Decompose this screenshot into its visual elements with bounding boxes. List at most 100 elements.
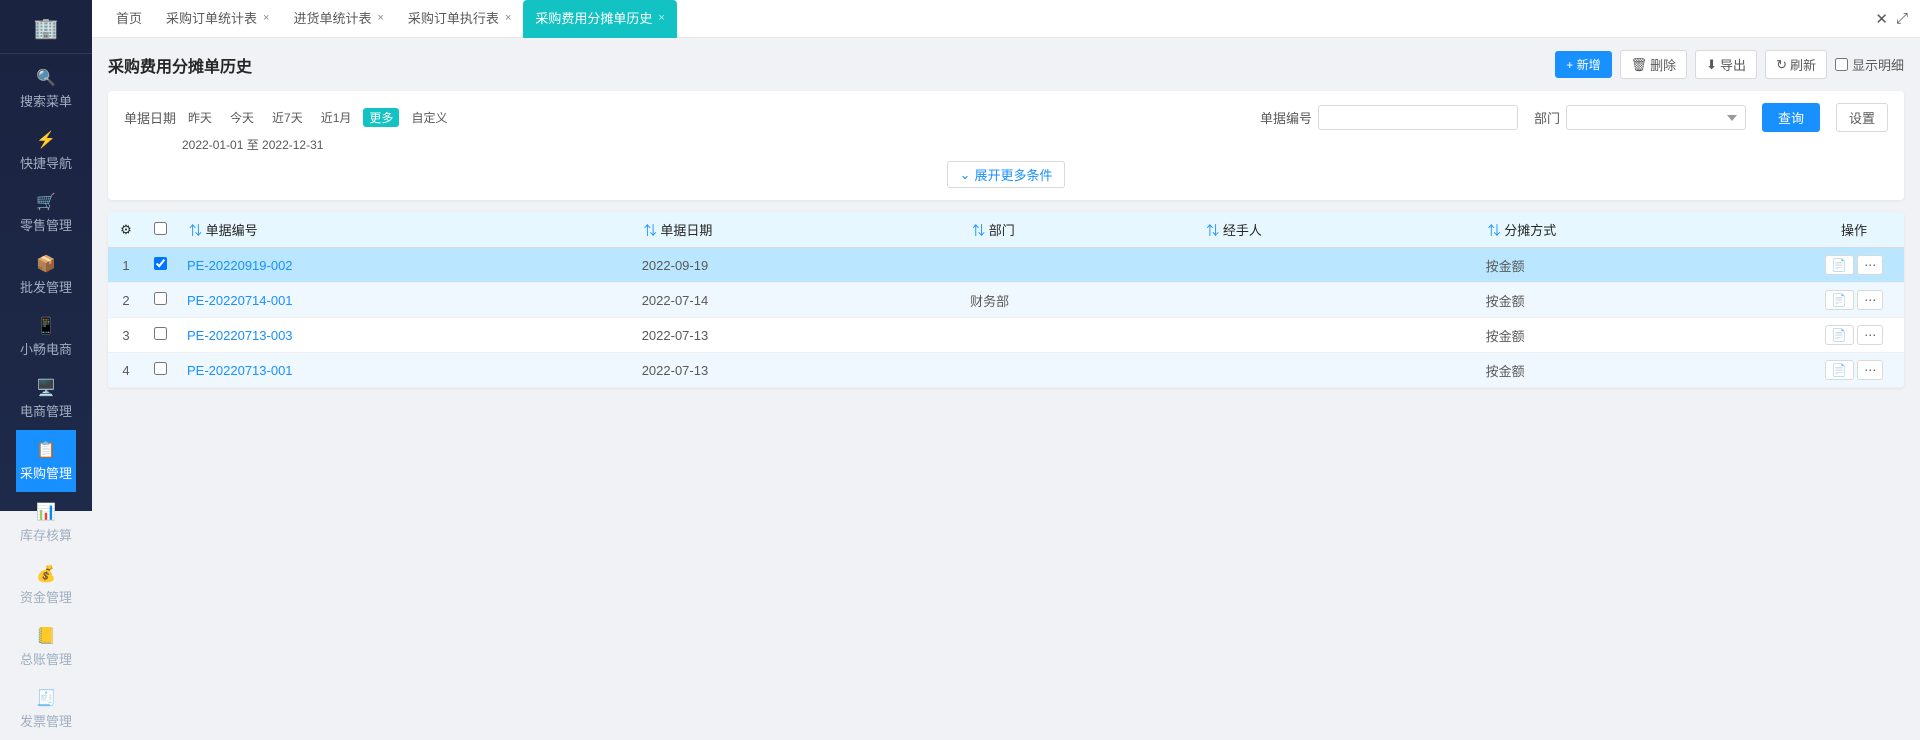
ops-cell-1: 📄 ⋯ [1804, 283, 1904, 318]
date-shortcut-4[interactable]: 更多 [363, 108, 399, 127]
doc-number-label: 单据编号 [1260, 108, 1312, 127]
filter-row: 单据日期 昨天今天近7天近1月更多自定义 单据编号 部门 财务部 [124, 103, 1888, 132]
expand-button[interactable]: ⌄ 展开更多条件 [947, 161, 1066, 188]
more-btn-0[interactable]: ⋯ [1857, 255, 1883, 275]
tab-home[interactable]: 首页 [104, 0, 154, 38]
sidebar-item-ecommerce[interactable]: 🖥️ 电商管理 [16, 368, 76, 430]
date-shortcut-0[interactable]: 昨天 [182, 108, 218, 127]
row-checkbox-2 [144, 318, 177, 353]
tab-label: 采购费用分摊单历史 [535, 8, 652, 27]
sidebar-logo: 🏢 [0, 8, 92, 54]
delete-button[interactable]: 🗑 删除 [1620, 50, 1688, 79]
tab-purchase-order-stats[interactable]: 采购订单统计表× [154, 0, 281, 38]
handler-cell-1 [1194, 283, 1475, 318]
row-num-2: 3 [108, 318, 144, 353]
sidebar-item-general-ledger[interactable]: 📒总账管理 [16, 616, 76, 678]
tab-label: 进货单统计表 [293, 8, 371, 27]
show-detail-checkbox[interactable]: 显示明细 [1835, 55, 1904, 74]
page-body: 采购费用分摊单历史 + 新增 🗑 删除 ⬇ 导出 ↻ 刷新 显示明细 [92, 38, 1920, 511]
doc-number-cell-3: PE-20220713-001 [177, 353, 632, 388]
chevron-down-icon: ⌄ [960, 167, 971, 183]
date-shortcut-5[interactable]: 自定义 [405, 108, 453, 127]
row-check-3[interactable] [154, 362, 167, 375]
doc-number-link-0[interactable]: PE-20220919-002 [187, 258, 293, 273]
settings-icon[interactable]: ⚙ [120, 222, 132, 237]
gear-header: ⚙ [108, 212, 144, 248]
split-method-cell-0: 按金额 [1476, 248, 1804, 283]
doc-number-col-header: ⇅ 单据编号 [177, 212, 632, 248]
sidebar-item-search[interactable]: 🔍搜索菜单 [16, 58, 76, 120]
date-shortcut-3[interactable]: 近1月 [315, 108, 358, 127]
doc-number-link-1[interactable]: PE-20220714-001 [187, 293, 293, 308]
finance-icon: 💰 [36, 564, 56, 584]
invoice-icon: 🧾 [36, 688, 56, 708]
refresh-button[interactable]: ↻ 刷新 [1765, 50, 1827, 79]
row-check-2[interactable] [154, 327, 167, 340]
tab-purchase-goods-stats[interactable]: 进货单统计表 × [281, 0, 395, 38]
ops-cell-0: 📄 ⋯ [1804, 248, 1904, 283]
tab-close-purchase-order-stats[interactable]: × [263, 12, 269, 24]
refresh-icon: ↻ [1776, 57, 1787, 73]
dept-select[interactable]: 财务部 [1566, 105, 1746, 130]
sidebar-item-inventory[interactable]: 📊库存核算 [16, 492, 76, 554]
tab-bar: 首页采购订单统计表×进货单统计表×采购订单执行表×采购费用分摊单历史× ✕ ⤢ [92, 0, 1920, 38]
sidebar-item-purchase[interactable]: 📋采购管理 [16, 430, 76, 492]
doc-number-link-2[interactable]: PE-20220713-003 [187, 328, 293, 343]
date-shortcut-2[interactable]: 近7天 [266, 108, 309, 127]
sidebar-item-quick-nav[interactable]: ⚡ 快捷导航 [16, 120, 76, 182]
row-checkbox-3 [144, 353, 177, 388]
row-check-1[interactable] [154, 292, 167, 305]
tab-purchase-order-exec[interactable]: 采购订单执行表× [396, 0, 523, 38]
export-button[interactable]: ⬇ 导出 [1695, 50, 1757, 79]
general-ledger-icon: 📒 [36, 626, 56, 646]
sidebar-item-mini-commerce[interactable]: 📱 小畅电商 [16, 306, 76, 368]
view-btn-2[interactable]: 📄 [1825, 325, 1854, 345]
row-check-0[interactable] [154, 257, 167, 270]
sidebar-item-label: 小畅电商 [20, 339, 72, 358]
handler-cell-3 [1194, 353, 1475, 388]
tab-close-purchase-cost-history[interactable]: × [658, 12, 664, 24]
sidebar-item-retail[interactable]: 🛒零售管理 [16, 182, 76, 244]
sidebar-item-label: 批发管理 [20, 277, 72, 296]
doc-number-cell-1: PE-20220714-001 [177, 283, 632, 318]
sidebar-item-invoice[interactable]: 🧾发票管理 [16, 678, 76, 740]
more-btn-2[interactable]: ⋯ [1857, 325, 1883, 345]
view-btn-1[interactable]: 📄 [1825, 290, 1854, 310]
tab-close-purchase-goods-stats[interactable]: × [377, 12, 383, 24]
tab-actions: ✕ ⤢ [1875, 10, 1908, 28]
more-btn-3[interactable]: ⋯ [1857, 360, 1883, 380]
dept-cell-0 [960, 248, 1194, 283]
quick-nav-icon: ⚡ [36, 130, 56, 150]
select-all-checkbox[interactable] [154, 222, 167, 235]
doc-date-col-header: ⇅ 单据日期 [632, 212, 960, 248]
data-table: ⚙ ⇅ 单据编号 ⇅ 单据日期 [108, 212, 1904, 388]
maximize-icon[interactable]: ⤢ [1896, 10, 1908, 27]
more-btn-1[interactable]: ⋯ [1857, 290, 1883, 310]
handler-col-header: ⇅ 经手人 [1194, 212, 1475, 248]
sidebar-item-label: 电商管理 [20, 401, 72, 420]
settings-button[interactable]: 设置 [1836, 103, 1888, 132]
sort-icon5: ⇅ [1488, 223, 1501, 238]
sidebar-item-label: 快捷导航 [20, 153, 72, 172]
sidebar-item-finance[interactable]: 💰资金管理 [16, 554, 76, 616]
search-button[interactable]: 查询 [1762, 103, 1820, 132]
dept-filter: 部门 财务部 [1534, 105, 1746, 130]
row-num-3: 4 [108, 353, 144, 388]
ecommerce-icon: 🖥️ [36, 378, 56, 398]
tab-close-purchase-order-exec[interactable]: × [505, 12, 511, 24]
doc-number-input[interactable] [1318, 105, 1518, 130]
view-btn-0[interactable]: 📄 [1825, 255, 1854, 275]
close-icon[interactable]: ✕ [1875, 10, 1888, 28]
table-header-row: ⚙ ⇅ 单据编号 ⇅ 单据日期 [108, 212, 1904, 248]
dept-cell-3 [960, 353, 1194, 388]
doc-date-cell-2: 2022-07-13 [632, 318, 960, 353]
search-icon: 🔍 [36, 68, 56, 88]
view-btn-3[interactable]: 📄 [1825, 360, 1854, 380]
new-button[interactable]: + 新增 [1555, 51, 1611, 78]
tab-purchase-cost-history[interactable]: 采购费用分摊单历史 × [523, 0, 676, 38]
table-row: 2 PE-20220714-001 2022-07-14 财务部 按金额 📄 ⋯ [108, 283, 1904, 318]
date-shortcut-1[interactable]: 今天 [224, 108, 260, 127]
sidebar-item-wholesale[interactable]: 📦批发管理 [16, 244, 76, 306]
mini-commerce-icon: 📱 [36, 316, 56, 336]
doc-number-link-3[interactable]: PE-20220713-001 [187, 363, 293, 378]
